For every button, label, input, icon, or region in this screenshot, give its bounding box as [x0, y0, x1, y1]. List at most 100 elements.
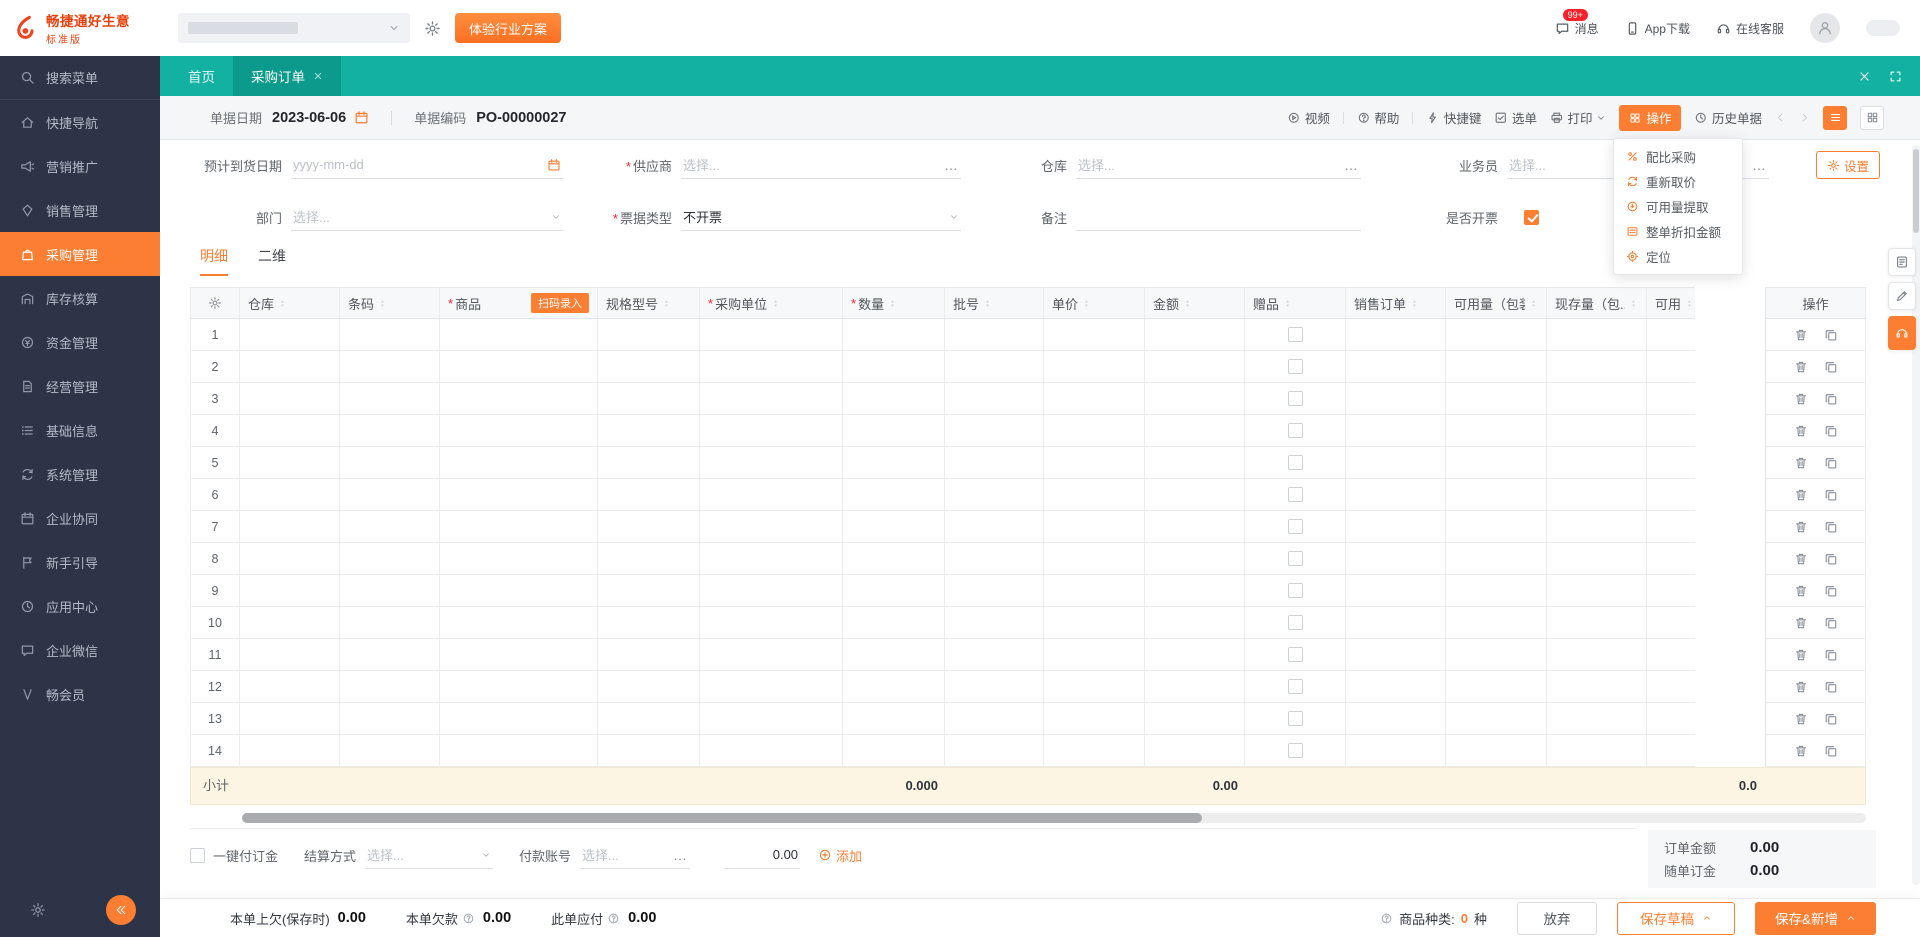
hotkeys-button[interactable]: 快捷键 [1426, 108, 1481, 127]
department-select[interactable]: 选择... [291, 203, 563, 231]
cell-qty[interactable] [843, 703, 945, 735]
cell-available_pack[interactable] [1446, 543, 1547, 575]
cell-stock_pack[interactable] [1547, 511, 1647, 543]
cell-unit[interactable] [700, 543, 843, 575]
gift-checkbox[interactable] [1287, 327, 1303, 342]
column-header-available[interactable]: 可用 [1647, 287, 1695, 319]
delete-row-icon[interactable] [1794, 552, 1808, 566]
cell-available[interactable] [1647, 703, 1695, 735]
supplier-select[interactable]: 选择... … [681, 151, 961, 179]
column-header-gift[interactable]: 赠品 [1245, 287, 1346, 319]
cell-spec[interactable] [598, 543, 700, 575]
cell-available[interactable] [1647, 415, 1695, 447]
gift-checkbox[interactable] [1287, 423, 1303, 438]
cell-spec[interactable] [598, 671, 700, 703]
cell-available_pack[interactable] [1446, 511, 1547, 543]
print-button[interactable]: 打印 [1550, 108, 1607, 127]
cell-available[interactable] [1647, 319, 1695, 351]
cell-amount[interactable] [1145, 703, 1245, 735]
cell-batch[interactable] [945, 607, 1044, 639]
cell-product[interactable] [440, 639, 598, 671]
cell-stock_pack[interactable] [1547, 383, 1647, 415]
column-header-batch[interactable]: 批号 [945, 287, 1044, 319]
sidebar-item-14[interactable]: 企业微信 [0, 628, 160, 672]
cell-product[interactable] [440, 383, 598, 415]
cell-product[interactable] [440, 575, 598, 607]
cell-barcode[interactable] [340, 639, 440, 671]
cell-gift[interactable] [1245, 639, 1346, 671]
cell-sale_order[interactable] [1346, 319, 1446, 351]
cell-stock_pack[interactable] [1547, 735, 1647, 767]
cell-spec[interactable] [598, 447, 700, 479]
cell-sale_order[interactable] [1346, 415, 1446, 447]
gift-checkbox[interactable] [1287, 583, 1303, 598]
cell-price[interactable] [1044, 447, 1145, 479]
cell-unit[interactable] [700, 415, 843, 447]
cell-product[interactable] [440, 543, 598, 575]
cell-warehouse[interactable] [240, 319, 340, 351]
cell-warehouse[interactable] [240, 447, 340, 479]
pick-order-button[interactable]: 选单 [1494, 108, 1537, 127]
sort-icon[interactable] [1082, 299, 1091, 308]
gift-checkbox[interactable] [1287, 743, 1303, 758]
cell-barcode[interactable] [340, 607, 440, 639]
cell-warehouse[interactable] [240, 639, 340, 671]
cell-gift[interactable] [1245, 447, 1346, 479]
cell-barcode[interactable] [340, 511, 440, 543]
copy-row-icon[interactable] [1824, 488, 1838, 502]
delete-row-icon[interactable] [1794, 456, 1808, 470]
tab-close-icon[interactable] [313, 71, 323, 81]
cell-sale_order[interactable] [1346, 351, 1446, 383]
form-settings-button[interactable]: 设置 [1816, 151, 1881, 179]
cell-barcode[interactable] [340, 735, 440, 767]
cell-available[interactable] [1647, 447, 1695, 479]
cell-available[interactable] [1647, 639, 1695, 671]
sort-icon[interactable] [1685, 299, 1694, 308]
cell-stock_pack[interactable] [1547, 543, 1647, 575]
cell-barcode[interactable] [340, 351, 440, 383]
fullscreen-icon[interactable] [1889, 70, 1902, 83]
cell-available_pack[interactable] [1446, 607, 1547, 639]
cell-amount[interactable] [1145, 351, 1245, 383]
delete-row-icon[interactable] [1794, 648, 1808, 662]
warehouse-more-button[interactable]: … [1344, 157, 1359, 173]
cell-qty[interactable] [843, 447, 945, 479]
cell-batch[interactable] [945, 735, 1044, 767]
cell-barcode[interactable] [340, 415, 440, 447]
operate-menu-item-1[interactable]: 配比采购 [1614, 144, 1742, 169]
add-payment-button[interactable]: 添加 [818, 846, 862, 865]
cell-available_pack[interactable] [1446, 479, 1547, 511]
horizontal-scrollbar-thumb[interactable] [242, 813, 1202, 823]
gift-checkbox[interactable] [1287, 519, 1303, 534]
cell-available_pack[interactable] [1446, 703, 1547, 735]
cell-batch[interactable] [945, 479, 1044, 511]
cell-amount[interactable] [1145, 319, 1245, 351]
cell-batch[interactable] [945, 511, 1044, 543]
sort-icon[interactable] [1283, 299, 1292, 308]
sidebar-item-2[interactable]: 快捷导航 [0, 100, 160, 144]
cell-amount[interactable] [1145, 607, 1245, 639]
cell-price[interactable] [1044, 703, 1145, 735]
copy-row-icon[interactable] [1824, 680, 1838, 694]
cell-gift[interactable] [1245, 607, 1346, 639]
copy-row-icon[interactable] [1824, 616, 1838, 630]
cell-warehouse[interactable] [240, 479, 340, 511]
gift-checkbox[interactable] [1287, 391, 1303, 406]
cell-batch[interactable] [945, 415, 1044, 447]
cell-stock_pack[interactable] [1547, 671, 1647, 703]
app-download-button[interactable]: App下载 [1625, 20, 1690, 37]
cell-spec[interactable] [598, 479, 700, 511]
operate-menu-item-3[interactable]: 可用量提取 [1614, 194, 1742, 219]
cell-price[interactable] [1044, 607, 1145, 639]
cell-batch[interactable] [945, 447, 1044, 479]
sidebar-item-11[interactable]: 企业协同 [0, 496, 160, 540]
cell-qty[interactable] [843, 671, 945, 703]
cell-available_pack[interactable] [1446, 351, 1547, 383]
cell-warehouse[interactable] [240, 735, 340, 767]
sidebar-item-6[interactable]: 库存核算 [0, 276, 160, 320]
cell-gift[interactable] [1245, 383, 1346, 415]
info-icon[interactable] [462, 912, 475, 925]
cell-warehouse[interactable] [240, 415, 340, 447]
cell-warehouse[interactable] [240, 383, 340, 415]
copy-row-icon[interactable] [1824, 328, 1838, 342]
